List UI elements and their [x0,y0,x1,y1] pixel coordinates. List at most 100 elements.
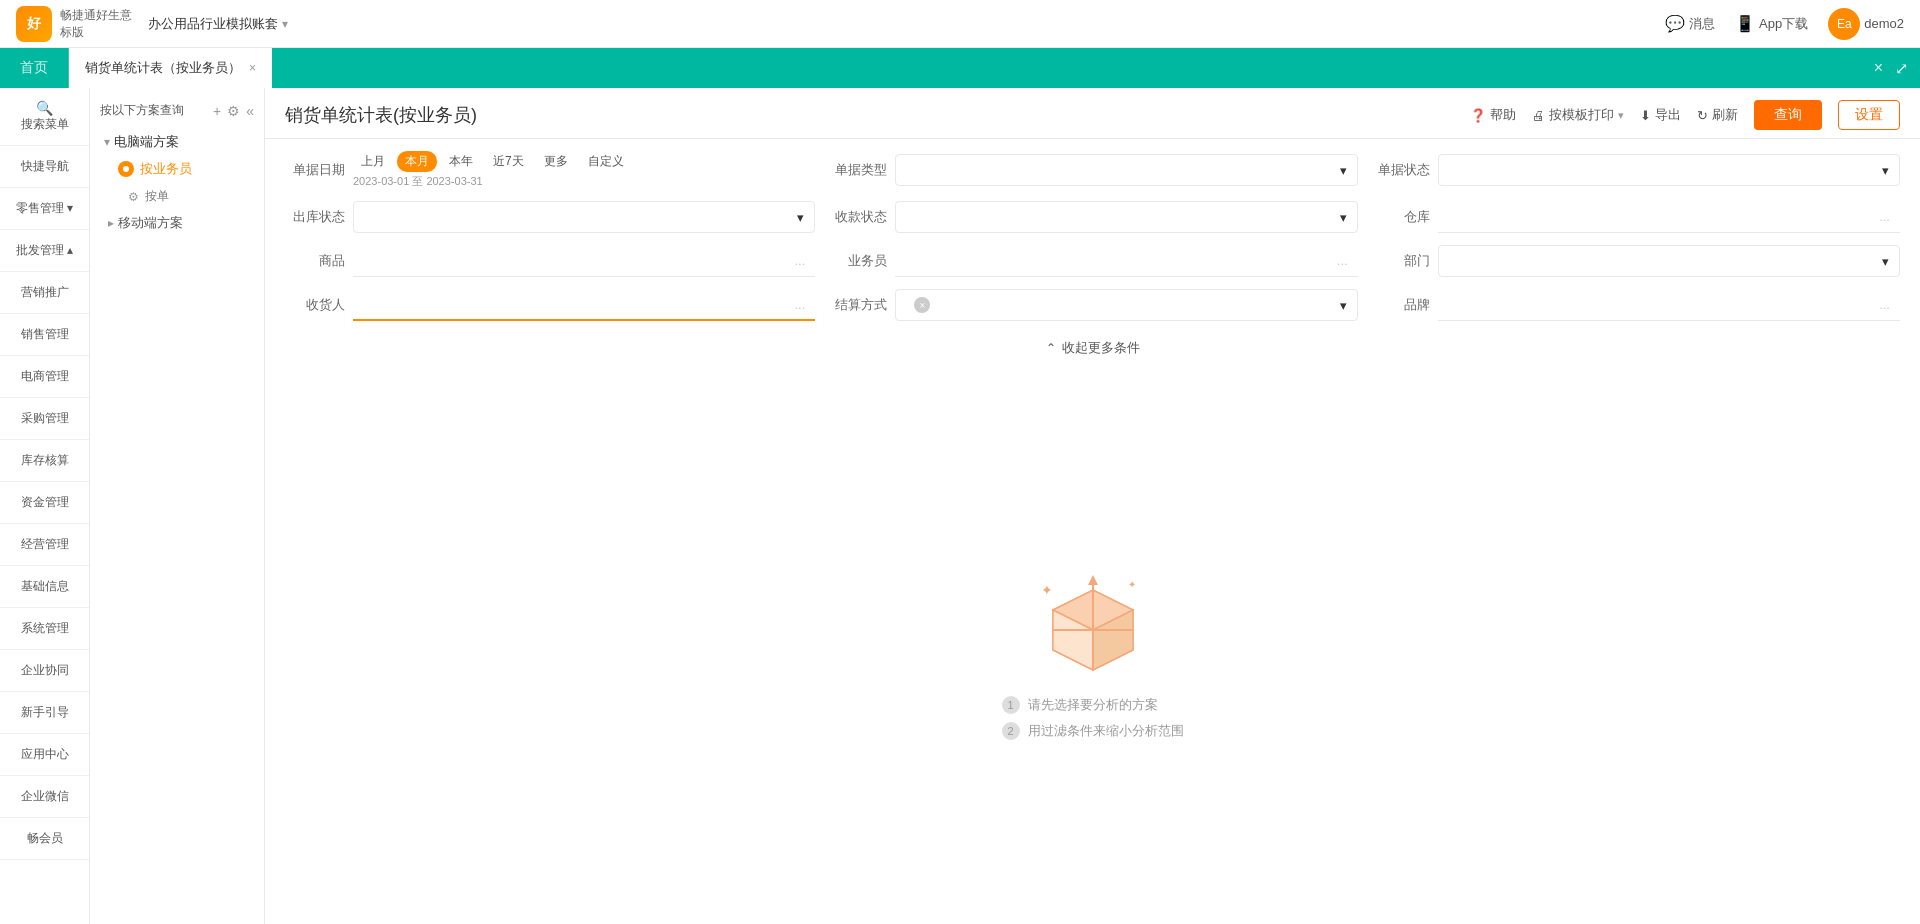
svg-point-0 [123,166,129,172]
svg-marker-9 [1088,575,1098,585]
scheme-sub-item[interactable]: ⚙ 按单 [98,183,256,210]
brand-filter-cell: 品牌 ... [1370,289,1900,321]
top-header: 好 畅捷通好生意 标版 办公用品行业模拟账套 💬 消息 📱 App下载 Ea d… [0,0,1920,48]
refresh-btn[interactable]: ↻ 刷新 [1697,106,1738,124]
date-filter-cell: 单据日期 上月 本月 本年 近7天 更多 自定义 2023-03-01 至 20… [285,151,815,189]
doctype-filter-cell: 单据类型 [827,151,1357,189]
salesman-control[interactable]: ... [895,245,1357,277]
add-scheme-icon[interactable]: + [213,103,221,119]
tab-home[interactable]: 首页 [0,48,69,88]
empty-step-1: 1 请先选择要分析的方案 [1002,696,1184,714]
app-download-btn[interactable]: 📱 App下载 [1735,14,1808,33]
sidebar-item-finance[interactable]: 资金管理 [0,482,89,524]
help-btn[interactable]: ❓ 帮助 [1470,106,1516,124]
docstatus-select-control[interactable] [1438,154,1900,186]
sidebar-item-wechat[interactable]: 企业微信 [0,776,89,818]
scheme-header: 按以下方案查询 + ⚙ « [90,96,264,125]
filter-row-4: 收货人 ... 结算方式 [285,289,1900,321]
collapse-scheme-icon[interactable]: « [246,103,254,119]
outstatus-filter-cell: 出库状态 [285,201,815,233]
empty-step-2: 2 用过滤条件来缩小分析范围 [1002,722,1184,740]
sidebar-quick-nav[interactable]: 快捷导航 [0,146,89,188]
setting-scheme-icon[interactable]: ⚙ [227,103,240,119]
date-tab-more[interactable]: 更多 [536,151,576,172]
payment-filter-cell: 结算方式 × [827,289,1357,321]
goods-control[interactable]: ... [353,245,815,277]
scheme-category-mobile[interactable]: ▸ 移动端方案 [98,210,256,236]
warehouse-filter-cell: 仓库 ... [1370,201,1900,233]
scheme-panel: 按以下方案查询 + ⚙ « ▾ 电脑端方案 按业务员 [90,88,265,924]
sidebar-item-sales[interactable]: 销售管理 [0,314,89,356]
print-btn[interactable]: 🖨 按模板打印 [1532,106,1624,124]
settings-button[interactable]: 设置 [1838,100,1900,130]
receiver-filter-cell: 收货人 ... [285,289,815,321]
sidebar-item-basics[interactable]: 基础信息 [0,566,89,608]
brand-control[interactable]: ... [1438,289,1900,321]
date-tabs: 上月 本月 本年 近7天 更多 自定义 [353,151,815,172]
sidebar-item-guide[interactable]: 新手引导 [0,692,89,734]
doctype-chevron [1340,163,1347,178]
date-tab-thisyear[interactable]: 本年 [441,151,481,172]
tab-bar-actions: × ⤢ [1874,59,1920,78]
sidebar-item-operations[interactable]: 经营管理 [0,524,89,566]
sidebar-item-retail[interactable]: 零售管理 ▾ [0,188,89,230]
active-scheme-dot [118,161,134,177]
page-header: 销货单统计表(按业务员) ❓ 帮助 🖨 按模板打印 ⬇ [265,88,1920,139]
message-btn[interactable]: 💬 消息 [1665,14,1715,33]
date-tab-custom[interactable]: 自定义 [580,151,632,172]
empty-steps: 1 请先选择要分析的方案 2 用过滤条件来缩小分析范围 [1002,696,1184,740]
date-tab-lastmonth[interactable]: 上月 [353,151,393,172]
receiver-control[interactable]: ... [353,289,815,321]
tab-active[interactable]: 销货单统计表（按业务员） × [69,48,272,88]
doctype-select-control[interactable] [895,154,1357,186]
logo-area: 好 畅捷通好生意 标版 办公用品行业模拟账套 [16,6,288,42]
page-actions: ❓ 帮助 🖨 按模板打印 ⬇ 导出 ↻ [1470,100,1900,130]
empty-state: ✦ ✦ 1 请先选择要分析的方案 2 用过滤条件来缩小分析范围 [265,375,1920,924]
window-close-icon[interactable]: × [1874,59,1883,77]
department-filter-cell: 部门 [1370,245,1900,277]
dropdown-label[interactable]: 办公用品行业模拟账套 [148,15,288,33]
sidebar-item-appstore[interactable]: 应用中心 [0,734,89,776]
outstatus-chevron [797,210,804,225]
payment-select-control[interactable]: × [895,289,1357,321]
page-title: 销货单统计表(按业务员) [285,103,477,127]
sidebar-item-member[interactable]: 畅会员 [0,818,89,860]
receivestatus-chevron [1340,210,1347,225]
doctype-select[interactable] [895,154,1357,186]
content-area: 按以下方案查询 + ⚙ « ▾ 电脑端方案 按业务员 [90,88,1920,924]
scheme-section-desktop: ▾ 电脑端方案 按业务员 ⚙ 按单 ▸ 移动端方案 [90,125,264,240]
docstatus-filter-cell: 单据状态 [1370,151,1900,189]
receivestatus-select-control[interactable] [895,201,1357,233]
tab-close-icon[interactable]: × [249,61,256,75]
right-content: 销货单统计表(按业务员) ❓ 帮助 🖨 按模板打印 ⬇ [265,88,1920,924]
export-btn[interactable]: ⬇ 导出 [1640,106,1681,124]
date-tab-7days[interactable]: 近7天 [485,151,532,172]
header-right: 💬 消息 📱 App下载 Ea demo2 [1665,8,1904,40]
scheme-category-desktop[interactable]: ▾ 电脑端方案 [98,129,256,155]
sidebar-search[interactable]: 🔍 搜索菜单 [0,88,89,146]
payment-tag-close[interactable]: × [914,297,930,313]
docstatus-select[interactable] [1438,154,1900,186]
scheme-item-salesman[interactable]: 按业务员 [98,155,256,183]
filter-row-3: 商品 ... 业务员 ... [285,245,1900,277]
window-expand-icon[interactable]: ⤢ [1895,59,1908,78]
salesman-filter-cell: 业务员 ... [827,245,1357,277]
sidebar-item-ecommerce[interactable]: 电商管理 [0,356,89,398]
sidebar-item-wholesale[interactable]: 批发管理 ▴ [0,230,89,272]
query-button[interactable]: 查询 [1754,100,1822,130]
user-menu[interactable]: Ea demo2 [1828,8,1904,40]
sidebar-item-inventory[interactable]: 库存核算 [0,440,89,482]
sidebar-item-enterprise[interactable]: 企业协同 [0,650,89,692]
warehouse-control[interactable]: ... [1438,201,1900,233]
filter-area: 单据日期 上月 本月 本年 近7天 更多 自定义 2023-03-01 至 20… [265,139,1920,375]
page-title-row: 销货单统计表(按业务员) ❓ 帮助 🖨 按模板打印 ⬇ [285,100,1900,138]
sidebar-item-marketing[interactable]: 营销推广 [0,272,89,314]
filter-row-2: 出库状态 收款状态 [285,201,1900,233]
sidebar-item-system[interactable]: 系统管理 [0,608,89,650]
sidebar-item-purchase[interactable]: 采购管理 [0,398,89,440]
date-tab-thismonth[interactable]: 本月 [397,151,437,172]
department-select-control[interactable] [1438,245,1900,277]
outstatus-select-control[interactable] [353,201,815,233]
collapse-btn[interactable]: ⌃ 收起更多条件 [285,333,1900,363]
logo-icon: 好 [16,6,52,42]
